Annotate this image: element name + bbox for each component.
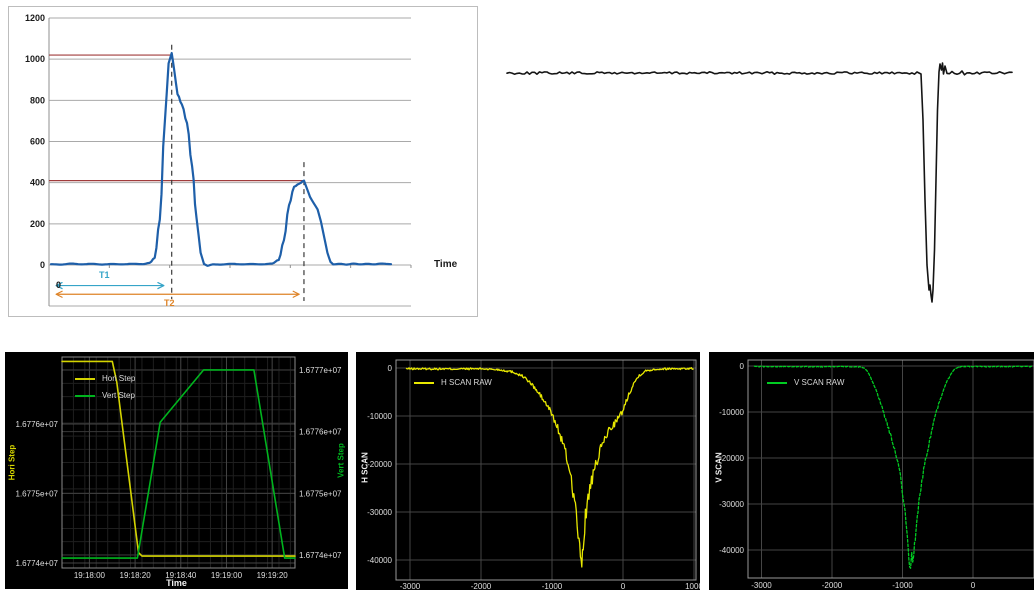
tick-label: -40000	[719, 546, 744, 555]
tick-label: -2000	[471, 582, 492, 590]
v-scan-legend-swatch	[767, 381, 787, 384]
tick-label: 1.6776e+07	[16, 420, 59, 429]
t1-annotation-label: T1	[99, 270, 110, 280]
tick-label: 1.6774e+07	[299, 551, 342, 560]
tick-label: 0	[40, 260, 45, 270]
tick-label: -1000	[892, 581, 913, 590]
tick-label: -3000	[400, 582, 421, 590]
right-y-axis-title: Vert Step	[336, 443, 346, 478]
vert-step-legend-swatch	[75, 394, 95, 397]
step-positions-chart-panel: 19:18:00 19:18:20 19:18:40 19:19:00 19:19:20…	[5, 352, 348, 589]
tick-label: -3000	[751, 581, 772, 590]
legend-item-vert-step: Vert Step	[75, 391, 135, 400]
h-scan-plot: -3000-2000-1000010000-10000-20000-30000-…	[367, 359, 700, 590]
hori-step-legend-swatch	[75, 377, 95, 380]
tick-label: 0	[56, 280, 61, 290]
tick-label: 0	[388, 364, 393, 373]
tick-label: 1000	[685, 582, 700, 590]
v-scan-y-axis-title: V SCAN	[714, 452, 724, 483]
tick-label: -2000	[822, 581, 843, 590]
h-scan-legend-label: H SCAN RAW	[441, 378, 492, 387]
oscilloscope-trace-plot	[506, 62, 1013, 303]
screenshot-root: 0 200 400 600 800 1000 1200 0 Time T1 T2 19:18:…	[0, 0, 1034, 595]
tick-label: 1.6775e+07	[16, 490, 59, 499]
tick-label: 1.6777e+07	[299, 366, 342, 375]
vert-step-legend-label: Vert Step	[102, 391, 135, 400]
v-scan-plot: -3000 -2000 -1000 00-10000-20000-30000-4000…	[719, 359, 1034, 590]
tick-label: -30000	[367, 508, 392, 517]
v-scan-legend-label: V SCAN RAW	[794, 378, 845, 387]
legend-item-h-scan-raw: H SCAN RAW	[414, 378, 492, 387]
tick-label: -40000	[367, 556, 392, 565]
h-scan-legend-swatch	[414, 381, 434, 384]
tick-label: 1.6775e+07	[299, 489, 342, 498]
x-axis-title-time: Time	[434, 259, 458, 270]
tick-label: 400	[30, 178, 45, 188]
t2-annotation-label: T2	[164, 298, 175, 308]
oscilloscope-trace-panel	[490, 0, 1034, 340]
pulse-timing-plot: 0 200 400 600 800 1000 1200 0	[25, 13, 412, 307]
step-positions-plot: 19:18:00 19:18:20 19:18:40 19:19:00 19:19:20…	[16, 356, 342, 580]
pulse-timing-chart-panel: 0 200 400 600 800 1000 1200 0 Time T1 T2	[8, 6, 478, 317]
tick-label: 0	[971, 581, 976, 590]
left-y-axis-title: Hori Step	[7, 444, 17, 481]
legend-item-v-scan-raw: V SCAN RAW	[767, 378, 844, 387]
h-scan-y-axis-title: H SCAN	[360, 452, 370, 483]
tick-label: -1000	[542, 582, 563, 590]
tick-label: 1000	[25, 54, 45, 64]
tick-label: 0	[740, 362, 745, 371]
tick-label: 800	[30, 95, 45, 105]
tick-label: 0	[621, 582, 626, 590]
tick-label: -10000	[367, 412, 392, 421]
tick-label: -20000	[367, 460, 392, 469]
tick-label: 200	[30, 219, 45, 229]
tick-label: -10000	[719, 408, 744, 417]
hori-step-legend-label: Hori Step	[102, 374, 136, 383]
x-axis-title-time: Time	[166, 578, 187, 588]
legend-item-hori-step: Hori Step	[75, 374, 135, 383]
v-scan-chart-panel: -3000 -2000 -1000 0 0 -10000 -20000 -30000 -4000…	[709, 352, 1034, 590]
tick-label: 600	[30, 137, 45, 147]
tick-label: 1200	[25, 13, 45, 23]
h-scan-chart-panel: -3000-2000-1000010000-10000-20000-30000-…	[356, 352, 700, 590]
tick-label: 1.6774e+07	[16, 559, 59, 568]
tick-label: -30000	[719, 500, 744, 509]
